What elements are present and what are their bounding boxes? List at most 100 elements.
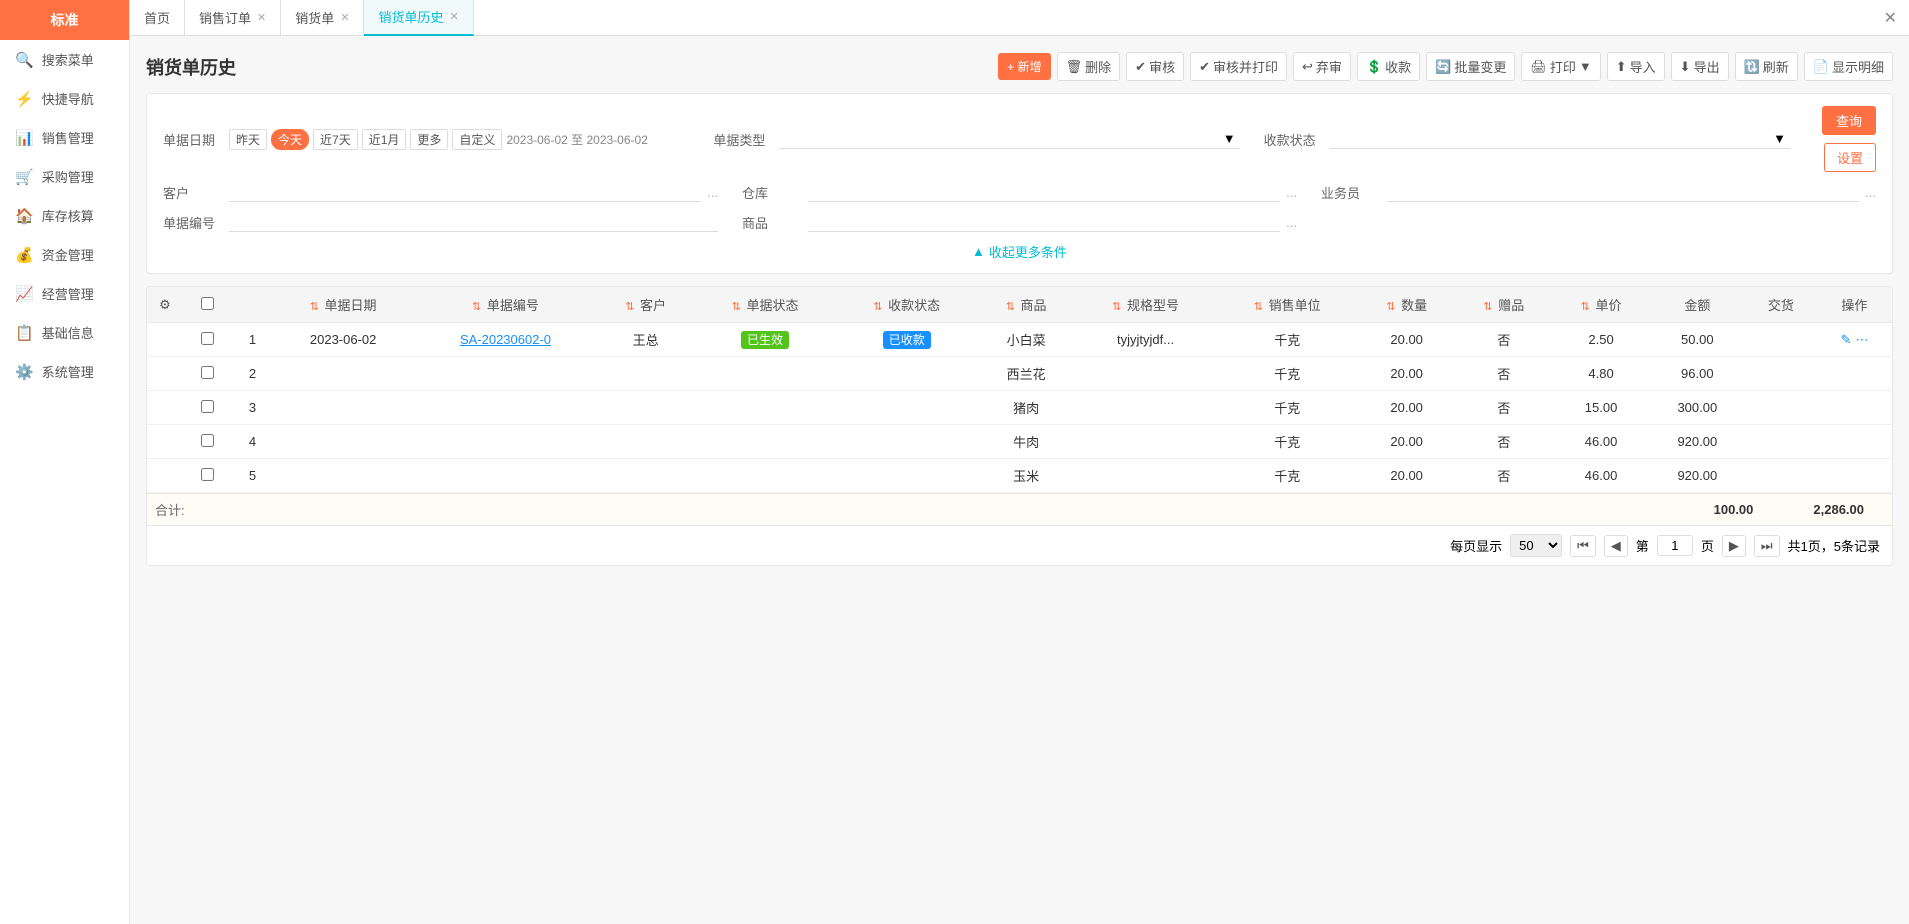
tab-sales-goods[interactable]: 销货单 ✕ [281, 0, 364, 36]
salesperson-input[interactable] [1387, 182, 1859, 202]
row-checkbox[interactable] [201, 468, 214, 481]
warehouse-dots[interactable]: ... [1286, 185, 1297, 200]
abandon-button[interactable]: ↩ 弃审 [1293, 52, 1351, 81]
select-all-checkbox[interactable] [201, 297, 214, 310]
doc-number-label: 单据编号 [163, 213, 223, 232]
approve-button[interactable]: ✔ 审核 [1126, 52, 1184, 81]
delete-button[interactable]: 🗑 删除 [1057, 52, 1121, 81]
edit-action[interactable]: ✎ [1840, 332, 1851, 347]
sales-unit-cell: 千克 [1216, 357, 1358, 391]
tab-sales-goods-close[interactable]: ✕ [340, 11, 349, 24]
export-button[interactable]: ⬇ 导出 [1671, 52, 1729, 81]
page-last-button[interactable]: ⏭ [1754, 535, 1780, 557]
doc-date-column-header[interactable]: ⇅ 单据日期 [272, 287, 414, 323]
collect-status-label: 收款状态 [1264, 130, 1324, 149]
sidebar-item-sales-mgmt[interactable]: 📊 销售管理 [0, 118, 129, 157]
quantity-cell: 20.00 [1358, 323, 1455, 357]
page-next-button[interactable]: ▶ [1722, 535, 1746, 557]
date-btn-1month[interactable]: 近1月 [362, 129, 407, 150]
settings-column-header[interactable]: ⚙ [147, 287, 183, 323]
page-label-suffix: 页 [1701, 536, 1714, 555]
salesperson-label: 业务员 [1321, 183, 1381, 202]
amount-cell: 920.00 [1650, 425, 1745, 459]
date-btn-more[interactable]: 更多 [410, 129, 448, 150]
filter-goods: 商品 ... [742, 212, 1297, 232]
sidebar-item-basic-info[interactable]: 📋 基础信息 [0, 313, 129, 352]
sidebar: 标准 🔍 搜索菜单 ⚡ 快捷导航 📊 销售管理 🛒 采购管理 🏠 库存核算 💰 … [0, 0, 130, 924]
sidebar-item-purchase-mgmt[interactable]: 🛒 采购管理 [0, 157, 129, 196]
collect-status-column-header[interactable]: ⇅ 收款状态 [836, 287, 978, 323]
sidebar-item-funds-mgmt[interactable]: 💰 资金管理 [0, 235, 129, 274]
customer-column-header[interactable]: ⇅ 客户 [597, 287, 694, 323]
approve-print-button[interactable]: ✔ 审核并打印 [1190, 52, 1287, 81]
date-btn-yesterday[interactable]: 昨天 [229, 129, 267, 150]
checkbox-cell [183, 425, 233, 459]
doc-number-link[interactable]: SA-20230602-0 [460, 332, 551, 347]
sidebar-item-label: 销售管理 [42, 128, 94, 147]
refresh-button[interactable]: 🔃 刷新 [1735, 52, 1798, 81]
row-checkbox[interactable] [201, 366, 214, 379]
page-number-input[interactable] [1657, 535, 1693, 556]
doc-status-cell [694, 357, 836, 391]
unit-price-column-header[interactable]: ⇅ 单价 [1552, 287, 1649, 323]
collect-status-cell [836, 391, 978, 425]
unit-price-cell: 46.00 [1552, 425, 1649, 459]
sidebar-item-search-menu[interactable]: 🔍 搜索菜单 [0, 40, 129, 79]
print-button[interactable]: 🖨 打印 ▼ [1521, 52, 1600, 81]
batch-change-button[interactable]: 🔄 批量变更 [1426, 52, 1515, 81]
doc-number-cell [414, 391, 597, 425]
collapse-button[interactable]: ▲ 收起更多条件 [163, 242, 1876, 261]
tab-sales-order[interactable]: 销售订单 ✕ [185, 0, 281, 36]
import-button[interactable]: ⬆ 导入 [1607, 52, 1665, 81]
date-btn-today[interactable]: 今天 [271, 129, 309, 150]
sidebar-item-ops-mgmt[interactable]: 📈 经营管理 [0, 274, 129, 313]
row-checkbox[interactable] [201, 400, 214, 413]
doc-number-label: 单据编号 [487, 298, 539, 313]
sales-unit-column-header[interactable]: ⇅ 销售单位 [1216, 287, 1358, 323]
new-button[interactable]: + 新增 [998, 53, 1050, 80]
doc-type-select[interactable]: ▼ [779, 129, 1239, 149]
filter-customer: 客户 ... [163, 182, 718, 202]
row-checkbox[interactable] [201, 434, 214, 447]
quantity-column-header[interactable]: ⇅ 数量 [1358, 287, 1455, 323]
date-range: 2023-06-02 至 2023-06-02 [506, 131, 647, 148]
goods-column-header[interactable]: ⇅ 商品 [978, 287, 1075, 323]
customer-dots[interactable]: ... [707, 185, 718, 200]
setting-button[interactable]: 设置 [1824, 143, 1876, 172]
row-checkbox[interactable] [201, 332, 214, 345]
doc-number-column-header[interactable]: ⇅ 单据编号 [414, 287, 597, 323]
tab-sales-history-close[interactable]: ✕ [450, 10, 459, 23]
sales-unit-label: 销售单位 [1269, 298, 1321, 313]
sidebar-item-quick-nav[interactable]: ⚡ 快捷导航 [0, 79, 129, 118]
tab-sales-order-close[interactable]: ✕ [257, 11, 266, 24]
collect-status-select[interactable]: ▼ [1330, 129, 1790, 149]
date-btn-7days[interactable]: 近7天 [313, 129, 358, 150]
sidebar-item-inventory[interactable]: 🏠 库存核算 [0, 196, 129, 235]
sidebar-item-system-mgmt[interactable]: ⚙️ 系统管理 [0, 352, 129, 391]
date-btn-custom[interactable]: 自定义 [452, 129, 502, 150]
warehouse-input[interactable] [808, 182, 1280, 202]
gift-column-header[interactable]: ⇅ 赠品 [1455, 287, 1552, 323]
page-first-button[interactable]: ⏮ [1570, 535, 1596, 557]
query-col: 查询 设置 [1822, 106, 1876, 172]
doc-type-label: 单据类型 [713, 130, 773, 149]
tab-bar-close-all[interactable]: ✕ [1872, 8, 1909, 28]
spec-type-column-header[interactable]: ⇅ 规格型号 [1075, 287, 1217, 323]
tab-home[interactable]: 首页 [130, 0, 185, 36]
page-prev-button[interactable]: ◀ [1604, 535, 1628, 557]
tab-sales-history[interactable]: 销货单历史 ✕ [364, 0, 473, 36]
sidebar-logo: 标准 [0, 0, 129, 40]
collect-button[interactable]: 💲 收款 [1357, 52, 1420, 81]
doc-status-column-header[interactable]: ⇅ 单据状态 [694, 287, 836, 323]
goods-dots[interactable]: ... [1286, 215, 1297, 230]
goods-input[interactable] [808, 212, 1280, 232]
salesperson-dots[interactable]: ... [1865, 185, 1876, 200]
query-button[interactable]: 查询 [1822, 106, 1876, 135]
doc-number-input[interactable] [229, 212, 718, 232]
more-action[interactable]: ⋯ [1855, 332, 1868, 347]
customer-input[interactable] [229, 182, 701, 202]
rownum-cell: 4 [233, 425, 273, 459]
page-size-select[interactable]: 50 100 200 [1510, 534, 1562, 557]
display-detail-button[interactable]: 📄 显示明细 [1804, 52, 1893, 81]
collect-status-col-label: 收款状态 [888, 298, 940, 313]
